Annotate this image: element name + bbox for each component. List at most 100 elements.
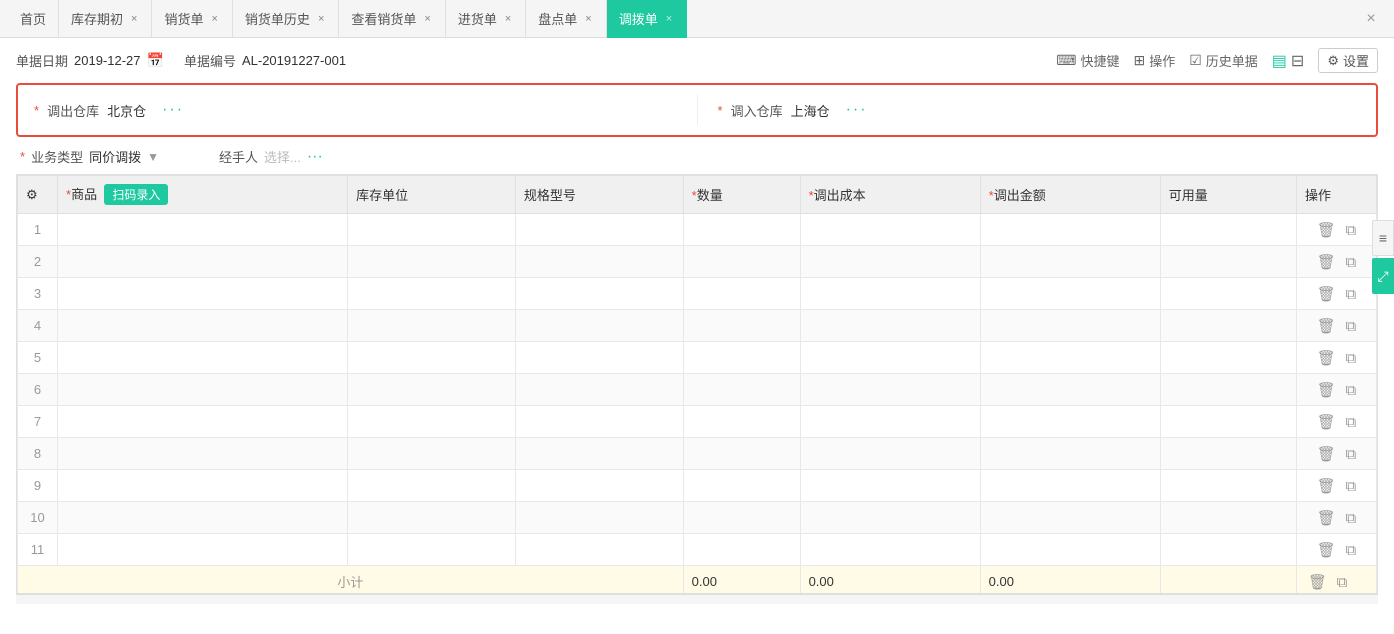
tab-stocktake[interactable]: 盘点单 × bbox=[526, 0, 606, 38]
row-9-copy[interactable]: ⧉ bbox=[1345, 478, 1356, 495]
row-3-copy[interactable]: ⧉ bbox=[1345, 286, 1356, 303]
row-5-delete[interactable]: 🗑 bbox=[1317, 350, 1336, 367]
side-expand-button[interactable]: ⤢ bbox=[1372, 258, 1394, 294]
subtotal-copy[interactable]: ⧉ bbox=[1337, 574, 1348, 591]
horizontal-scrollbar[interactable] bbox=[16, 594, 1378, 604]
operation-action[interactable]: ⊞ 操作 bbox=[1133, 51, 1175, 70]
row-9-unit[interactable] bbox=[348, 470, 516, 502]
row-7-available[interactable] bbox=[1160, 406, 1296, 438]
row-11-qty[interactable] bbox=[683, 534, 800, 566]
row-6-qty[interactable] bbox=[683, 374, 800, 406]
row-8-qty[interactable] bbox=[683, 438, 800, 470]
row-10-qty[interactable] bbox=[683, 502, 800, 534]
row-7-delete[interactable]: 🗑 bbox=[1317, 414, 1336, 431]
row-5-amount[interactable] bbox=[980, 342, 1160, 374]
tab-home[interactable]: 首页 bbox=[8, 0, 59, 38]
business-type-arrow[interactable]: ▼ bbox=[147, 150, 159, 164]
tab-stocktake-close[interactable]: × bbox=[583, 13, 593, 25]
row-11-cost[interactable] bbox=[800, 534, 980, 566]
row-6-amount[interactable] bbox=[980, 374, 1160, 406]
row-10-available[interactable] bbox=[1160, 502, 1296, 534]
row-10-cost[interactable] bbox=[800, 502, 980, 534]
row-2-copy[interactable]: ⧉ bbox=[1345, 254, 1356, 271]
row-8-copy[interactable]: ⧉ bbox=[1345, 446, 1356, 463]
row-5-unit[interactable] bbox=[348, 342, 516, 374]
row-6-available[interactable] bbox=[1160, 374, 1296, 406]
row-2-cost[interactable] bbox=[800, 246, 980, 278]
row-7-unit[interactable] bbox=[348, 406, 516, 438]
row-4-spec[interactable] bbox=[515, 310, 683, 342]
row-7-product[interactable] bbox=[58, 406, 348, 438]
tab-sales-history-close[interactable]: × bbox=[316, 13, 326, 25]
row-8-delete[interactable]: 🗑 bbox=[1317, 446, 1336, 463]
row-7-amount[interactable] bbox=[980, 406, 1160, 438]
row-8-cost[interactable] bbox=[800, 438, 980, 470]
row-5-available[interactable] bbox=[1160, 342, 1296, 374]
row-1-product[interactable] bbox=[58, 214, 348, 246]
row-9-product[interactable] bbox=[58, 470, 348, 502]
row-9-available[interactable] bbox=[1160, 470, 1296, 502]
row-7-cost[interactable] bbox=[800, 406, 980, 438]
warehouse-out-value[interactable]: 北京仓 bbox=[107, 101, 146, 120]
row-10-spec[interactable] bbox=[515, 502, 683, 534]
row-3-product[interactable] bbox=[58, 278, 348, 310]
col-gear[interactable]: ⚙ bbox=[18, 176, 58, 214]
row-5-copy[interactable]: ⧉ bbox=[1345, 350, 1356, 367]
row-4-unit[interactable] bbox=[348, 310, 516, 342]
row-8-product[interactable] bbox=[58, 438, 348, 470]
history-action[interactable]: ☑ 历史单据 bbox=[1189, 51, 1258, 70]
row-4-cost[interactable] bbox=[800, 310, 980, 342]
row-10-unit[interactable] bbox=[348, 502, 516, 534]
tab-view-sales-close[interactable]: × bbox=[422, 13, 432, 25]
business-type-value[interactable]: 同价调拨 bbox=[89, 147, 141, 166]
row-6-unit[interactable] bbox=[348, 374, 516, 406]
row-3-qty[interactable] bbox=[683, 278, 800, 310]
date-value[interactable]: 2019-12-27 bbox=[74, 53, 141, 68]
row-3-amount[interactable] bbox=[980, 278, 1160, 310]
settings-button[interactable]: ⚙ 设置 bbox=[1318, 48, 1378, 73]
row-1-available[interactable] bbox=[1160, 214, 1296, 246]
row-1-amount[interactable] bbox=[980, 214, 1160, 246]
row-11-product[interactable] bbox=[58, 534, 348, 566]
shortcut-action[interactable]: ⌨ 快捷键 bbox=[1056, 51, 1119, 70]
row-1-unit[interactable] bbox=[348, 214, 516, 246]
tab-purchase-close[interactable]: × bbox=[503, 13, 513, 25]
scan-button[interactable]: 扫码录入 bbox=[104, 184, 168, 205]
window-close-button[interactable]: × bbox=[1356, 0, 1386, 38]
row-9-qty[interactable] bbox=[683, 470, 800, 502]
tab-sales-order[interactable]: 销货单 × bbox=[152, 0, 232, 38]
row-8-unit[interactable] bbox=[348, 438, 516, 470]
row-6-product[interactable] bbox=[58, 374, 348, 406]
row-9-amount[interactable] bbox=[980, 470, 1160, 502]
row-5-cost[interactable] bbox=[800, 342, 980, 374]
row-6-delete[interactable]: 🗑 bbox=[1317, 382, 1336, 399]
row-10-delete[interactable]: 🗑 bbox=[1317, 510, 1336, 527]
row-6-copy[interactable]: ⧉ bbox=[1345, 382, 1356, 399]
row-7-copy[interactable]: ⧉ bbox=[1345, 414, 1356, 431]
warehouse-in-more[interactable]: ··· bbox=[846, 101, 868, 119]
warehouse-in-value[interactable]: 上海仓 bbox=[791, 101, 830, 120]
row-11-unit[interactable] bbox=[348, 534, 516, 566]
tab-transfer[interactable]: 调拨单 × bbox=[607, 0, 687, 38]
row-2-available[interactable] bbox=[1160, 246, 1296, 278]
side-notes-button[interactable]: ≡ bbox=[1372, 220, 1394, 256]
row-10-copy[interactable]: ⧉ bbox=[1345, 510, 1356, 527]
row-1-spec[interactable] bbox=[515, 214, 683, 246]
row-1-qty[interactable] bbox=[683, 214, 800, 246]
row-2-amount[interactable] bbox=[980, 246, 1160, 278]
row-2-qty[interactable] bbox=[683, 246, 800, 278]
row-6-cost[interactable] bbox=[800, 374, 980, 406]
handler-more[interactable]: ··· bbox=[307, 148, 323, 166]
row-8-amount[interactable] bbox=[980, 438, 1160, 470]
calendar-icon[interactable]: 📅 bbox=[147, 52, 164, 69]
row-11-amount[interactable] bbox=[980, 534, 1160, 566]
tab-sales-order-close[interactable]: × bbox=[209, 13, 219, 25]
row-7-qty[interactable] bbox=[683, 406, 800, 438]
row-10-product[interactable] bbox=[58, 502, 348, 534]
row-4-product[interactable] bbox=[58, 310, 348, 342]
row-3-cost[interactable] bbox=[800, 278, 980, 310]
row-2-product[interactable] bbox=[58, 246, 348, 278]
row-3-delete[interactable]: 🗑 bbox=[1317, 286, 1336, 303]
row-8-available[interactable] bbox=[1160, 438, 1296, 470]
row-4-available[interactable] bbox=[1160, 310, 1296, 342]
